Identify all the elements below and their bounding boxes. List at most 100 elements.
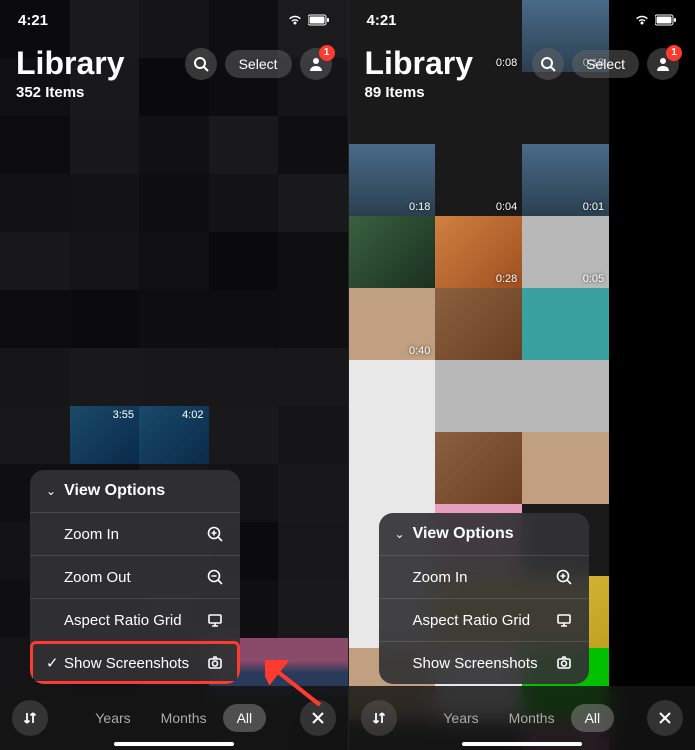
photo-thumbnail[interactable] [209,174,279,232]
time-segment: YearsMonthsAll [403,702,642,734]
notification-badge: 1 [319,45,335,61]
segment-all[interactable]: All [223,704,267,732]
photo-thumbnail[interactable] [435,288,522,360]
photo-thumbnail[interactable] [0,290,70,348]
zoom-in-icon [206,525,224,543]
photo-thumbnail[interactable] [70,290,140,348]
view-option-label: Aspect Ratio Grid [395,612,531,629]
photo-thumbnail[interactable] [0,174,70,232]
status-time: 4:21 [18,12,48,29]
photo-thumbnail[interactable] [70,232,140,290]
view-option-item[interactable]: Aspect Ratio Grid [30,598,240,641]
wifi-icon [287,14,303,26]
photo-thumbnail[interactable] [349,216,436,288]
view-option-item[interactable]: Zoom In [379,555,589,598]
photo-thumbnail[interactable]: 0:28 [435,216,522,288]
photo-thumbnail[interactable]: 3:55 [70,406,140,464]
view-option-item[interactable]: Zoom In [30,512,240,555]
select-button[interactable]: Select [225,50,292,78]
photo-thumbnail[interactable]: 0:18 [349,144,436,216]
profile-button[interactable]: 1 [300,48,332,80]
photo-thumbnail[interactable] [209,116,279,174]
photo-thumbnail[interactable] [278,406,348,464]
photo-thumbnail[interactable] [349,432,436,504]
photo-thumbnail[interactable] [209,348,279,406]
photo-thumbnail[interactable] [522,360,609,432]
notification-badge: 1 [666,45,682,61]
view-option-item[interactable]: Aspect Ratio Grid [379,598,589,641]
photo-thumbnail[interactable] [278,580,348,638]
photo-thumbnail[interactable] [278,116,348,174]
photo-thumbnail[interactable] [349,360,436,432]
search-button[interactable] [185,48,217,80]
sort-button[interactable] [12,700,48,736]
sort-icon [371,710,387,726]
header: Library Select 1 352 Items [0,45,348,101]
photo-thumbnail[interactable] [278,174,348,232]
view-option-label: Zoom In [46,526,119,543]
status-icons [287,14,330,26]
photo-thumbnail[interactable] [139,232,209,290]
view-options-header[interactable]: ⌄View Options [30,470,240,512]
segment-months[interactable]: Months [495,704,569,732]
photo-thumbnail[interactable]: 0:04 [435,144,522,216]
search-icon [540,56,556,72]
photo-thumbnail[interactable] [139,116,209,174]
photo-thumbnail[interactable] [278,464,348,522]
view-option-label: Zoom In [395,569,468,586]
segment-months[interactable]: Months [147,704,221,732]
close-button[interactable] [647,700,683,736]
home-indicator[interactable] [114,742,234,746]
photo-thumbnail[interactable]: 4:02 [139,406,209,464]
items-count: 89 Items [365,84,680,101]
select-button[interactable]: Select [572,50,639,78]
view-options-title: View Options [413,525,514,543]
search-icon [193,56,209,72]
view-option-label: ✓Show Screenshots [46,654,189,672]
view-option-item[interactable]: ✓Show Screenshots [30,641,240,684]
photo-thumbnail[interactable] [209,232,279,290]
photo-thumbnail[interactable] [278,232,348,290]
segment-years[interactable]: Years [81,704,144,732]
photo-thumbnail[interactable] [0,116,70,174]
photo-thumbnail[interactable]: 0:05 [522,216,609,288]
photo-thumbnail[interactable] [70,174,140,232]
photo-thumbnail[interactable] [435,432,522,504]
sort-icon [22,710,38,726]
segment-all[interactable]: All [571,704,615,732]
view-options-header[interactable]: ⌄ View Options [379,513,589,555]
photo-thumbnail[interactable]: 0:40 [349,288,436,360]
photo-thumbnail[interactable] [139,174,209,232]
zoom-in-icon [555,568,573,586]
close-icon [658,711,672,725]
view-options-title: View Options [64,482,165,500]
view-option-item[interactable]: Show Screenshots [379,641,589,684]
photo-thumbnail[interactable] [278,522,348,580]
photo-thumbnail[interactable] [139,290,209,348]
photo-thumbnail[interactable] [522,432,609,504]
battery-icon [655,14,677,26]
photo-thumbnail[interactable] [139,348,209,406]
view-option-label: Show Screenshots [395,655,538,672]
photo-thumbnail[interactable] [0,232,70,290]
photo-thumbnail[interactable] [70,116,140,174]
segment-years[interactable]: Years [429,704,492,732]
photo-thumbnail[interactable] [435,360,522,432]
photo-thumbnail[interactable] [209,290,279,348]
photo-thumbnail[interactable] [522,288,609,360]
chevron-down-icon: ⌄ [395,527,405,541]
view-option-item[interactable]: Zoom Out [30,555,240,598]
sort-button[interactable] [361,700,397,736]
photo-thumbnail[interactable]: 0:01 [522,144,609,216]
profile-button[interactable]: 1 [647,48,679,80]
photo-thumbnail[interactable] [278,348,348,406]
phone-right: 0:080:180:180:040:010:280:050:40 4:21 Li… [348,0,695,750]
photo-thumbnail[interactable] [70,348,140,406]
photo-thumbnail[interactable] [278,290,348,348]
photo-thumbnail[interactable] [209,406,279,464]
bottom-bar: YearsMonthsAll [349,686,695,750]
photo-thumbnail[interactable] [0,348,70,406]
search-button[interactable] [532,48,564,80]
photo-thumbnail[interactable] [0,406,70,464]
home-indicator[interactable] [462,742,582,746]
